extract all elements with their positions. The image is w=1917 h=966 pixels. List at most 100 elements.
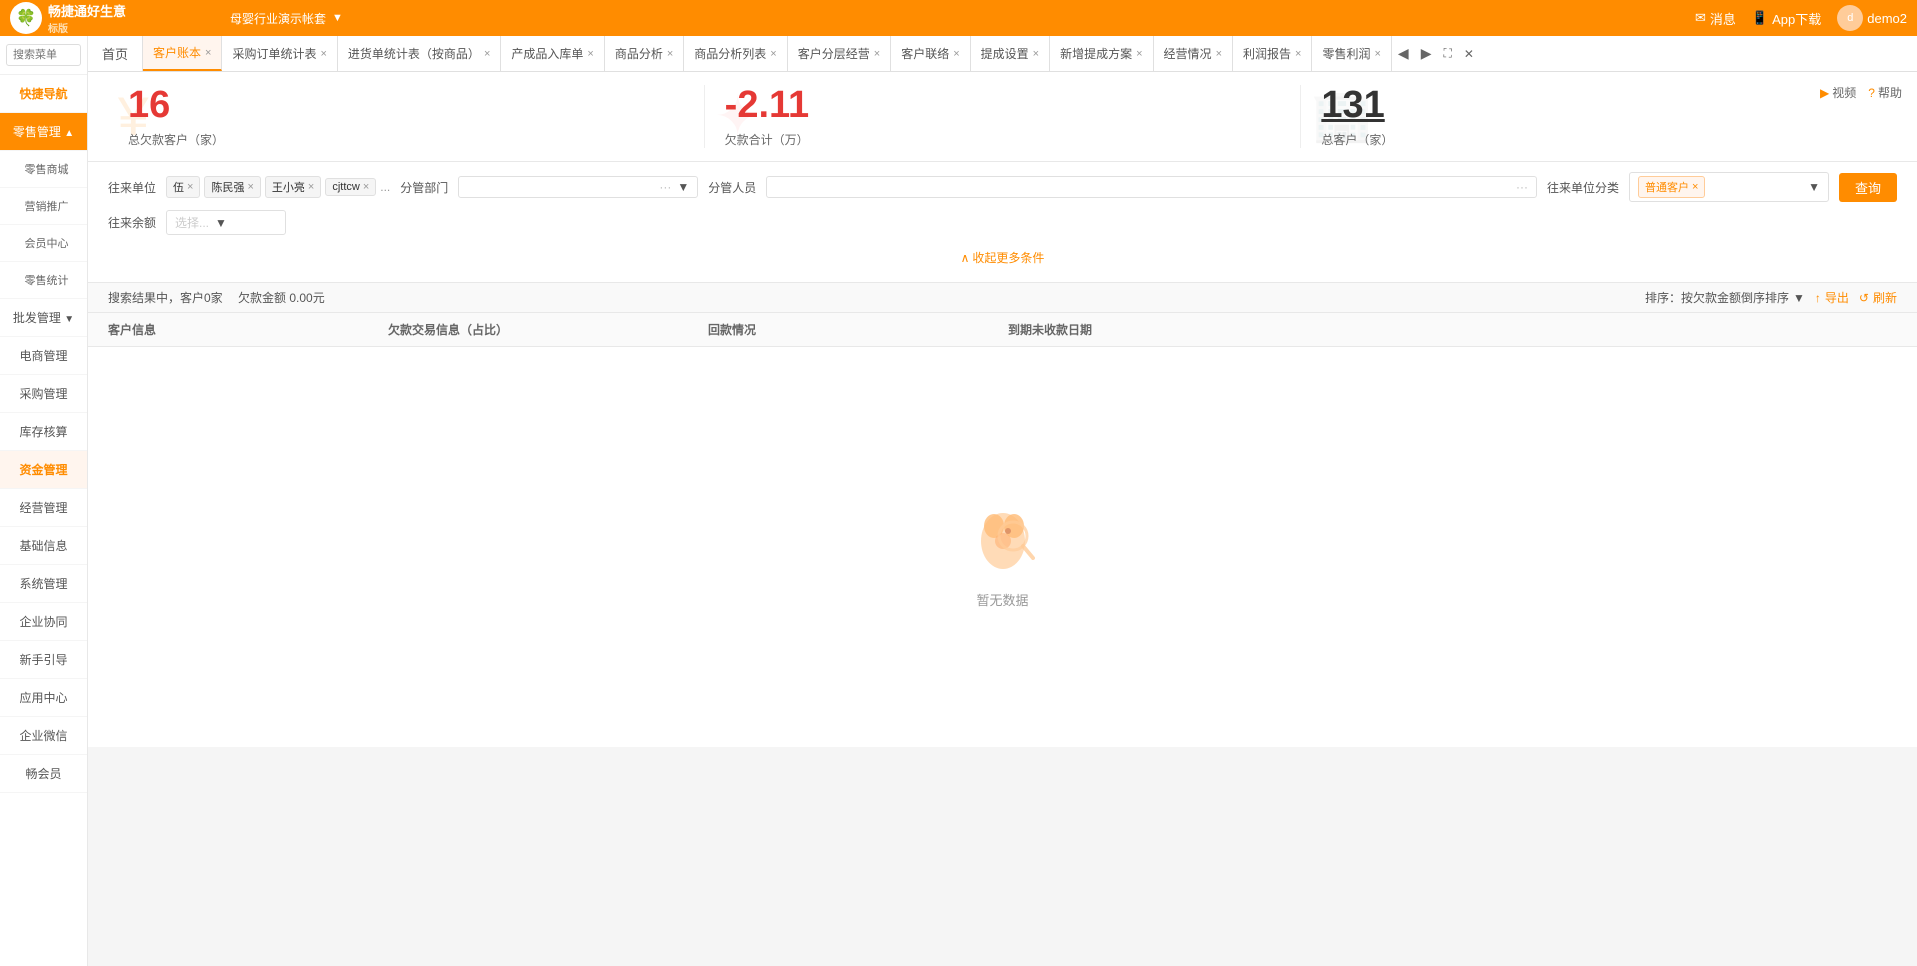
unit-label: 往来单位 [108,179,156,196]
tag-cj-close[interactable]: × [363,181,369,193]
sidebar-item-retail-mall[interactable]: 零售商城 [0,151,87,188]
sidebar-item-basic-info[interactable]: 基础信息 [0,527,87,565]
logo-icon: 🍀 [10,2,42,34]
logo-area: 🍀 畅捷通好生意 标版 [10,1,210,35]
video-help-btn[interactable]: ▶ 视频 [1820,84,1856,101]
sidebar-item-operations[interactable]: 经营管理 [0,489,87,527]
tab-production-inbound[interactable]: 产成品入库单 × [501,36,604,71]
tab-product-analysis[interactable]: 商品分析 × [605,36,684,71]
close-tab-13[interactable]: × [1374,48,1380,60]
tab-purchase-goods-stats[interactable]: 进货单统计表（按商品） × [338,36,501,71]
tag-wu[interactable]: 伍 × [166,176,200,198]
refresh-button[interactable]: ↺ 刷新 [1859,289,1897,306]
stat-value-1: 16 [128,85,224,127]
close-tab-3[interactable]: × [484,48,490,60]
sidebar-item-app-center[interactable]: 应用中心 [0,679,87,717]
tab-product-analysis-list[interactable]: 商品分析列表 × [684,36,787,71]
tab-home[interactable]: 首页 [88,36,143,71]
category-dropdown[interactable]: 普通客户 × ▼ [1629,172,1829,202]
sidebar-item-enterprise-collab[interactable]: 企业协同 [0,603,87,641]
dept-dropdown[interactable]: ··· ▼ [458,176,698,198]
sidebar-item-retail-management[interactable]: 零售管理 ▲ [0,113,87,151]
close-tab-4[interactable]: × [587,48,593,60]
message-button[interactable]: ✉ 消息 [1695,9,1736,28]
close-tab-11[interactable]: × [1216,48,1222,60]
sort-selector[interactable]: 排序：按欠款金额倒序排序 ▼ [1645,289,1805,306]
close-tab-customer-account[interactable]: × [205,47,211,59]
sidebar-item-member-center[interactable]: 会员中心 [0,225,87,262]
tab-customer-layer[interactable]: 客户分层经营 × [788,36,891,71]
tab-customer-account[interactable]: 客户账本 × [143,36,222,71]
sidebar-item-quick-nav[interactable]: 快捷导航 [0,75,87,113]
username: demo2 [1867,11,1907,26]
collapse-btn[interactable]: ∧ 收起更多条件 [108,243,1897,272]
sidebar-item-wholesale[interactable]: 批发管理 ▼ [0,299,87,337]
tag-cj[interactable]: cjttcw × [325,178,376,196]
close-tab-8[interactable]: × [953,48,959,60]
help-btn[interactable]: ? 帮助 [1868,84,1902,101]
tabs-fullscreen[interactable]: ⛶ [1437,46,1457,61]
tab-retail-profit[interactable]: 零售利润 × [1312,36,1391,71]
sidebar-search-area[interactable] [0,36,87,75]
filter-more-btn[interactable]: ... [380,180,390,194]
tab-customer-contact[interactable]: 客户联络 × [891,36,970,71]
tabs-scroll-right[interactable]: ▶ [1415,45,1438,62]
sidebar-item-finance[interactable]: 资金管理 [0,451,87,489]
stat-value-2: -2.11 [725,85,810,127]
tag-wang[interactable]: 王小亮 × [265,176,321,198]
tabs-more[interactable]: ✕ [1458,47,1480,61]
results-actions: 排序：按欠款金额倒序排序 ▼ ↑ 导出 ↺ 刷新 [1645,289,1897,306]
dept-label: 分管部门 [400,179,448,196]
close-tab-12[interactable]: × [1295,48,1301,60]
tab-purchase-stats[interactable]: 采购订单统计表 × [222,36,337,71]
sidebar-item-chang-member[interactable]: 畅会员 [0,755,87,793]
search-input[interactable] [6,44,81,66]
sidebar-item-retail-stats[interactable]: 零售统计 [0,262,87,299]
stat-block-3: 🏢 131 总客户（家） [1301,85,1897,148]
stat-label-3: 总客户（家） [1321,131,1393,148]
close-tab-9[interactable]: × [1033,48,1039,60]
tab-add-commission[interactable]: 新增提成方案 × [1050,36,1153,71]
sidebar-item-enterprise-wechat[interactable]: 企业微信 [0,717,87,755]
message-icon: ✉ [1695,10,1706,26]
suite-name: 母婴行业演示帐套 [230,10,326,27]
person-dropdown[interactable]: ··· [766,176,1537,198]
tag-wu-close[interactable]: × [187,181,193,193]
suite-selector[interactable]: 母婴行业演示帐套 ▼ [230,10,343,27]
tab-profit-report[interactable]: 利润报告 × [1233,36,1312,71]
tab-commission-settings[interactable]: 提成设置 × [971,36,1050,71]
user-menu[interactable]: d demo2 [1837,5,1907,31]
filter-row-1: 往来单位 伍 × 陈民强 × 王小亮 [108,172,1897,202]
app-download-button[interactable]: 📱 App下载 [1752,9,1821,28]
sidebar-item-ecommerce[interactable]: 电商管理 [0,337,87,375]
stat-label-2: 欠款合计（万） [725,131,810,148]
col-debt-info: 欠款交易信息（占比） [388,321,708,338]
stat-value-3[interactable]: 131 [1321,85,1393,127]
tag-chen[interactable]: 陈民强 × [204,176,260,198]
sidebar-item-system[interactable]: 系统管理 [0,565,87,603]
tag-wang-close[interactable]: × [308,181,314,193]
tab-operations[interactable]: 经营情况 × [1154,36,1233,71]
export-button[interactable]: ↑ 导出 [1815,289,1849,306]
close-tab-2[interactable]: × [320,48,326,60]
close-tab-10[interactable]: × [1136,48,1142,60]
close-tab-5[interactable]: × [667,48,673,60]
tabs-scroll-left[interactable]: ◀ [1392,45,1415,62]
category-tag-close[interactable]: × [1692,181,1698,193]
close-tab-7[interactable]: × [874,48,880,60]
sidebar-item-purchase[interactable]: 采购管理 [0,375,87,413]
sidebar-item-inventory[interactable]: 库存核算 [0,413,87,451]
suite-dropdown-icon: ▼ [332,12,343,24]
close-tab-6[interactable]: × [770,48,776,60]
category-selected-tag[interactable]: 普通客户 × [1638,176,1705,198]
unit-tags-area: 伍 × 陈民强 × 王小亮 × [166,176,390,198]
tag-chen-close[interactable]: × [247,181,253,193]
download-icon: 📱 [1752,10,1768,26]
collapse-icon: ∧ [961,251,970,265]
stat-values-3: 131 总客户（家） [1321,85,1393,148]
query-button[interactable]: 查询 [1839,173,1897,202]
sidebar-item-newbie-guide[interactable]: 新手引导 [0,641,87,679]
table-header: 客户信息 欠款交易信息（占比） 回款情况 到期未收款日期 [88,313,1917,347]
balance-dropdown[interactable]: 选择... ▼ [166,210,286,235]
sidebar-item-marketing[interactable]: 营销推广 [0,188,87,225]
